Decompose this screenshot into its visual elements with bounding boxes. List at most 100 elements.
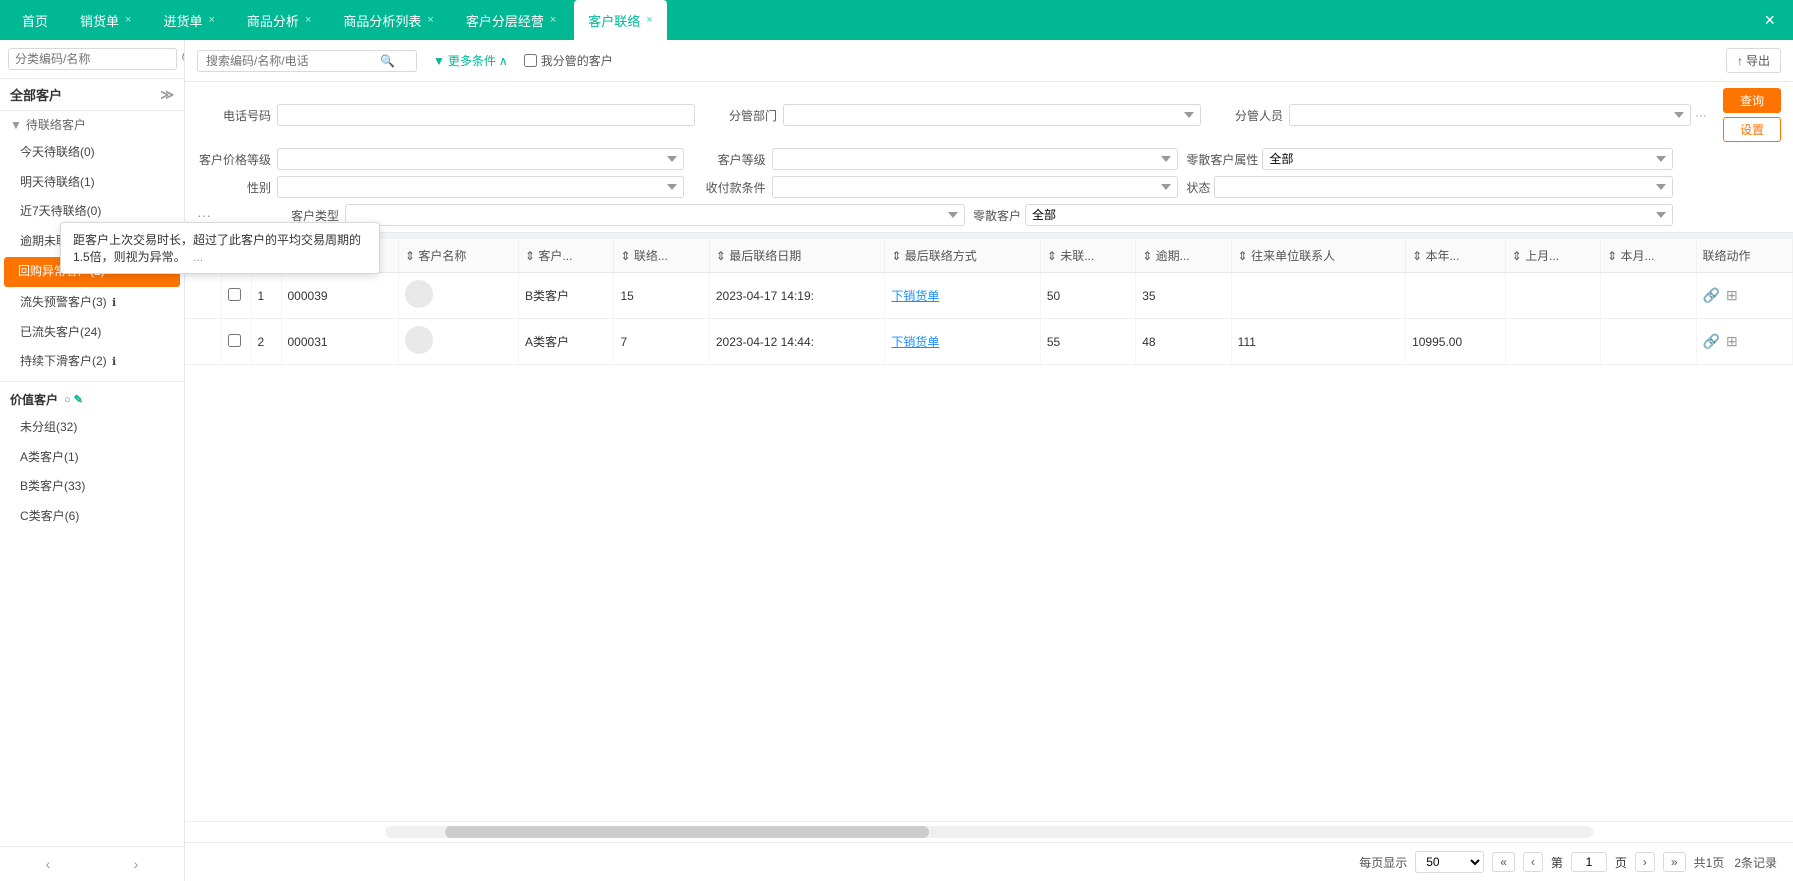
sidebar-item-persistent-down[interactable]: 持续下滑客户(2) ℹ [0,347,184,377]
my-customer-checkbox[interactable] [524,54,537,67]
sidebar-item-tomorrow[interactable]: 明天待联络(1) [0,168,184,198]
cell-not-contacted: 50 [1040,273,1135,319]
last-method-link[interactable]: 下销货单 [891,289,939,303]
status-select[interactable] [1214,176,1673,198]
manager-more-icon[interactable]: ··· [1695,108,1707,122]
price-grade-select[interactable] [277,148,684,170]
more-icon[interactable]: ··· [197,207,211,223]
dept-select[interactable] [783,104,1201,126]
retail-attr-select[interactable]: 全部 [1262,148,1673,170]
window-close-button[interactable]: × [1754,10,1785,31]
gender-select[interactable] [277,176,684,198]
col-last-contact-method[interactable]: ⇕ 最后联络方式 [885,239,1040,273]
chevron-down-icon: ∧ [499,54,508,68]
page-label: 第 [1551,854,1563,871]
cell-last-date: 2023-04-12 14:44: [709,319,885,365]
sidebar-item-lost-preview[interactable]: 流失预警客户(3) ℹ [0,288,184,318]
sidebar-search-input[interactable] [8,48,177,70]
sidebar-item-today[interactable]: 今天待联络(0) [0,138,184,168]
cell-this-year: 10995.00 [1406,319,1506,365]
row-checkbox-1[interactable] [228,334,241,347]
next-page-button[interactable]: › [1635,852,1655,872]
first-page-button[interactable]: « [1492,852,1515,872]
close-contact-tab[interactable]: × [646,14,652,26]
col-last-contact-date[interactable]: ⇕ 最后联络日期 [709,239,885,273]
col-this-year[interactable]: ⇕ 本年... [1406,239,1506,273]
cell-name [399,273,519,319]
my-customer-checkbox-label[interactable]: 我分管的客户 [524,52,613,69]
retail-customer-label: 零散客户 [973,207,1021,224]
more-conditions-button[interactable]: ▼ 更多条件 ∧ [425,49,516,72]
sort-icon: ⇕ [1607,249,1620,263]
action-grid-icon[interactable]: ⊞ [1726,333,1738,350]
main-search-icon[interactable]: 🔍 [380,54,395,68]
sidebar-item-a-class[interactable]: A类客户(1) [0,443,184,473]
sidebar-prev-btn[interactable]: ‹ [6,853,90,875]
payment-select[interactable] [772,176,1179,198]
sort-icon: ⇕ [620,249,633,263]
tab-analysis-list[interactable]: 商品分析列表 × [329,0,447,40]
page-input[interactable] [1571,852,1607,872]
scroll-thumb[interactable] [445,826,928,838]
action-link-icon[interactable]: 🔗 [1703,287,1720,304]
prev-page-button[interactable]: ‹ [1523,852,1543,872]
settings-button[interactable]: 设置 [1723,117,1781,142]
cell-last-month [1505,319,1600,365]
query-button[interactable]: 查询 [1723,88,1781,113]
sidebar-item-unclassified[interactable]: 未分组(32) [0,413,184,443]
value-customer-header[interactable]: 价值客户 ○ ✎ [0,386,184,413]
col-last-month[interactable]: ⇕ 上月... [1505,239,1600,273]
action-link-icon[interactable]: 🔗 [1703,333,1720,350]
sort-icon: ⇕ [891,249,904,263]
pending-contact-group[interactable]: ▼ 待联络客户 [0,111,184,138]
retail-customer-select[interactable]: 全部 [1025,204,1673,226]
cell-last-method[interactable]: 下销货单 [885,273,1040,319]
filter-action-buttons: 查询 设置 [1723,88,1781,142]
tab-purchase[interactable]: 进货单 × [149,0,228,40]
export-button[interactable]: ↑ 导出 [1726,48,1781,73]
row-checkbox-0[interactable] [228,288,241,301]
col-this-month[interactable]: ⇕ 本月... [1601,239,1696,273]
main-search-input[interactable] [206,54,376,68]
phone-input[interactable] [277,104,695,126]
sidebar-item-b-class[interactable]: B类客户(33) [0,472,184,502]
col-contact[interactable]: ⇕ 联络... [614,239,709,273]
collapse-icon[interactable]: ≫ [160,87,174,103]
customer-type-select[interactable] [345,204,965,226]
cell-action: 🔗 ⊞ [1696,319,1792,365]
cell-code: 000031 [281,319,399,365]
close-analysis-list-tab[interactable]: × [427,14,433,26]
close-purchase-tab[interactable]: × [208,14,214,26]
col-not-contacted[interactable]: ⇕ 未联... [1040,239,1135,273]
sidebar-next-btn[interactable]: › [94,853,178,875]
tab-customer-segment[interactable]: 客户分层经营 × [452,0,570,40]
close-analysis-tab[interactable]: × [305,14,311,26]
filter-row-2: 客户价格等级 客户等级 零散客户属性 全部 [197,148,1781,170]
close-sales-tab[interactable]: × [125,14,131,26]
manager-select[interactable] [1289,104,1691,126]
col-overdue[interactable]: ⇕ 逾期... [1136,239,1231,273]
sidebar-item-lost[interactable]: 已流失客户(24) [0,318,184,348]
close-segment-tab[interactable]: × [550,14,556,26]
tab-sales[interactable]: 销货单 × [66,0,145,40]
sidebar-item-c-class[interactable]: C类客户(6) [0,502,184,532]
last-page-button[interactable]: » [1663,852,1686,872]
filter-row-3: 性别 收付款条件 状态 [197,176,1781,198]
cell-code: 000039 [281,273,399,319]
table-row: 2 000031 A类客户 7 2023-04-12 14:44: 下销货单 5… [185,319,1793,365]
action-grid-icon[interactable]: ⊞ [1726,287,1738,304]
col-contact-person[interactable]: ⇕ 往来单位联系人 [1231,239,1405,273]
tab-analysis[interactable]: 商品分析 × [233,0,325,40]
cell-last-method[interactable]: 下销货单 [885,319,1040,365]
tab-customer-contact[interactable]: 客户联络 × [574,0,666,40]
customer-grade-select[interactable] [772,148,1179,170]
tab-home[interactable]: 首页 [8,0,62,40]
col-customer-type[interactable]: ⇕ 客户... [519,239,614,273]
last-method-link[interactable]: 下销货单 [891,335,939,349]
edit-icon[interactable]: ○ ✎ [64,393,83,406]
col-customer-name[interactable]: ⇕ 客户名称 [399,239,519,273]
cell-checkbox[interactable] [221,273,251,319]
cell-checkbox[interactable] [221,319,251,365]
table-container: ⚙ # ⇕ 客户编码 ⇕ 客户名称 [185,239,1793,821]
per-page-select[interactable]: 50 20 100 [1415,851,1484,873]
